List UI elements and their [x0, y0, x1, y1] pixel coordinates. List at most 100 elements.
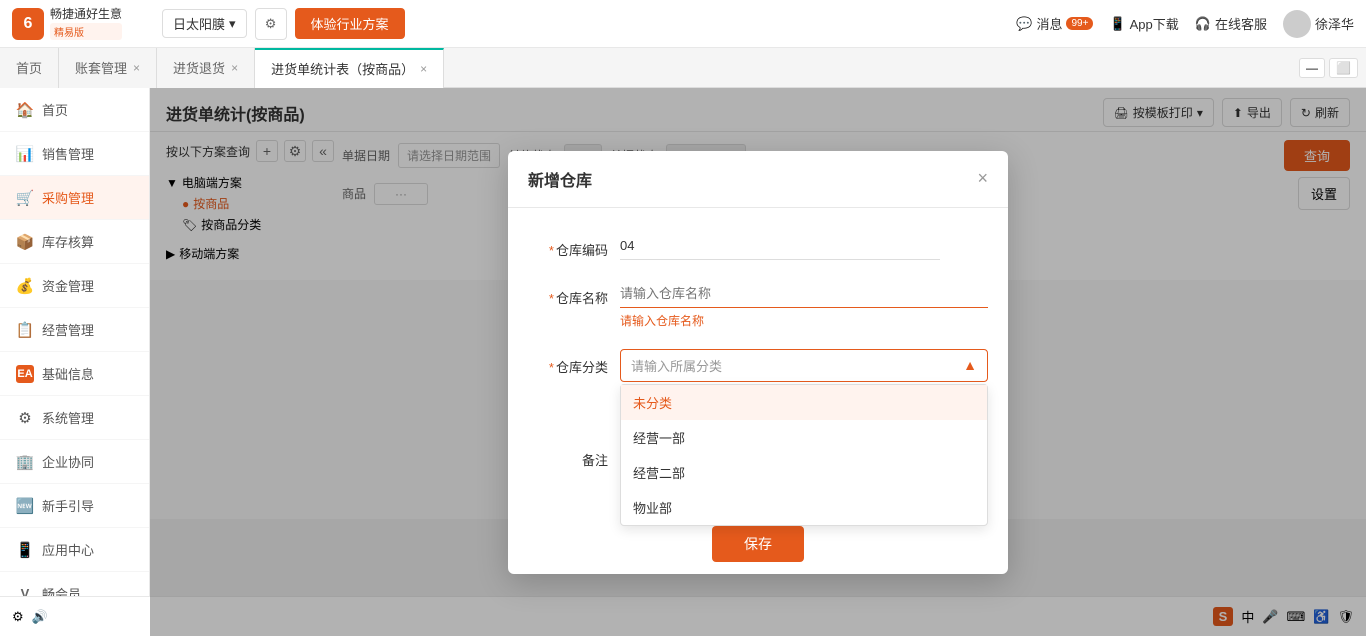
- tab-expand-button[interactable]: ⬜: [1329, 58, 1358, 78]
- name-input[interactable]: [620, 280, 988, 308]
- sidebar-item-finance[interactable]: 💰 资金管理: [0, 264, 149, 308]
- sidebar-label: 应用中心: [42, 540, 94, 559]
- tab-home[interactable]: 首页: [0, 48, 59, 88]
- sidebar: 🏠 首页 📊 销售管理 🛒 采购管理 📦 库存核算 💰 资金管理 📋 经营管理 …: [0, 88, 150, 636]
- sidebar-label: 新手引导: [42, 496, 94, 515]
- message-label: 消息: [1036, 14, 1062, 33]
- tab-close-icon[interactable]: ×: [420, 62, 427, 76]
- app-logo: 6: [12, 8, 44, 40]
- system-icon: ⚙: [16, 409, 34, 427]
- ops-icon: 📋: [16, 321, 34, 339]
- dropdown-arrow-icon: ▲: [963, 357, 977, 373]
- tab-label: 账套管理: [75, 58, 127, 77]
- store-name: 日太阳膜: [173, 14, 225, 33]
- top-header: 6 畅捷通好生意 精易版 日太阳膜 ▾ ⚙ 体验行业方案 💬 消息 99+ 📱 …: [0, 0, 1366, 48]
- save-button[interactable]: 保存: [712, 526, 804, 562]
- note-label: 备注: [528, 442, 608, 469]
- category-input-wrapper: 请输入所属分类 ▲ 未分类 经营一部 经营二部 物业部: [620, 349, 988, 382]
- apps-icon: 📱: [16, 541, 34, 559]
- form-row-code: *仓库编码: [528, 232, 988, 260]
- main-layout: 🏠 首页 📊 销售管理 🛒 采购管理 📦 库存核算 💰 资金管理 📋 经营管理 …: [0, 88, 1366, 636]
- message-icon: 💬: [1016, 16, 1032, 32]
- avatar: [1283, 10, 1311, 38]
- category-placeholder: 请输入所属分类: [631, 356, 722, 375]
- sidebar-label: 经营管理: [42, 320, 94, 339]
- header-right: 💬 消息 99+ 📱 App下载 🎧 在线客服 徐泽华: [1016, 10, 1354, 38]
- dropdown-arrow-icon: ▾: [229, 16, 236, 32]
- dropdown-item-dept1[interactable]: 经营一部: [621, 420, 987, 455]
- sidebar-label: 资金管理: [42, 276, 94, 295]
- dropdown-item-dept3[interactable]: 物业部: [621, 490, 987, 525]
- phone-icon: 📱: [1109, 16, 1125, 32]
- dropdown-item-dept2[interactable]: 经营二部: [621, 455, 987, 490]
- sidebar-item-stock[interactable]: 📦 库存核算: [0, 220, 149, 264]
- username: 徐泽华: [1315, 14, 1354, 33]
- sidebar-item-ops[interactable]: 📋 经营管理: [0, 308, 149, 352]
- finance-icon: 💰: [16, 277, 34, 295]
- gear-button[interactable]: ⚙: [255, 8, 287, 40]
- stock-icon: 📦: [16, 233, 34, 251]
- sidebar-label: 基础信息: [42, 364, 94, 383]
- header-center: 日太阳膜 ▾ ⚙ 体验行业方案: [162, 8, 1016, 40]
- category-dropdown-list: 未分类 经营一部 经营二部 物业部: [620, 384, 988, 526]
- tab-purchase-stat[interactable]: 进货单统计表（按商品） ×: [255, 48, 444, 88]
- category-label: *仓库分类: [528, 349, 608, 376]
- purchase-icon: 🛒: [16, 189, 34, 207]
- service-label: 在线客服: [1215, 14, 1267, 33]
- basic-icon: EA: [16, 365, 34, 383]
- dropdown-item-unclassified[interactable]: 未分类: [621, 385, 987, 420]
- user-menu[interactable]: 徐泽华: [1283, 10, 1354, 38]
- category-dropdown[interactable]: 请输入所属分类 ▲: [620, 349, 988, 382]
- corp-icon: 🏢: [16, 453, 34, 471]
- sidebar-label: 系统管理: [42, 408, 94, 427]
- name-error-message: 请输入仓库名称: [620, 314, 704, 328]
- sidebar-item-purchase[interactable]: 🛒 采购管理: [0, 176, 149, 220]
- guide-icon: 🆕: [16, 497, 34, 515]
- form-row-name: *仓库名称 请输入仓库名称: [528, 280, 988, 329]
- edition-badge: 精易版: [50, 23, 122, 40]
- modal-header: 新增仓库 ×: [508, 151, 1008, 208]
- modal-close-button[interactable]: ×: [977, 168, 988, 189]
- tab-label: 进货单统计表（按商品）: [271, 59, 414, 78]
- bottom-icons: ⚙ 🔊: [12, 609, 48, 625]
- settings-bottom-icon[interactable]: ⚙: [12, 609, 24, 625]
- modal-title: 新增仓库: [528, 167, 592, 191]
- headset-icon: 🎧: [1195, 16, 1211, 32]
- online-service-button[interactable]: 🎧 在线客服: [1195, 14, 1267, 33]
- sidebar-item-apps[interactable]: 📱 应用中心: [0, 528, 149, 572]
- sidebar-item-basic[interactable]: EA 基础信息: [0, 352, 149, 396]
- store-selector[interactable]: 日太阳膜 ▾: [162, 9, 247, 38]
- company-name: 畅捷通好生意: [50, 7, 122, 23]
- tab-bar: 首页 账套管理 × 进货退货 × 进货单统计表（按商品） × — ⬜: [0, 48, 1366, 88]
- sidebar-label: 首页: [42, 100, 68, 119]
- sales-icon: 📊: [16, 145, 34, 163]
- tab-minimize-button[interactable]: —: [1299, 58, 1325, 78]
- sidebar-label: 采购管理: [42, 188, 94, 207]
- tab-actions: — ⬜: [1299, 58, 1366, 78]
- new-warehouse-modal: 新增仓库 × *仓库编码 *仓库名称: [508, 151, 1008, 574]
- tab-label: 首页: [16, 58, 42, 77]
- tab-close-icon[interactable]: ×: [231, 61, 238, 75]
- logo-area: 6 畅捷通好生意 精易版: [12, 7, 162, 40]
- sidebar-item-corp[interactable]: 🏢 企业协同: [0, 440, 149, 484]
- sidebar-item-home[interactable]: 🏠 首页: [0, 88, 149, 132]
- sidebar-item-system[interactable]: ⚙ 系统管理: [0, 396, 149, 440]
- sidebar-label: 销售管理: [42, 144, 94, 163]
- code-label: *仓库编码: [528, 232, 608, 259]
- tab-purchase-return[interactable]: 进货退货 ×: [157, 48, 255, 88]
- sidebar-label: 库存核算: [42, 232, 94, 251]
- home-icon: 🏠: [16, 101, 34, 119]
- sidebar-item-guide[interactable]: 🆕 新手引导: [0, 484, 149, 528]
- speaker-icon[interactable]: 🔊: [32, 609, 48, 625]
- message-badge: 99+: [1066, 17, 1093, 30]
- tab-label: 进货退货: [173, 58, 225, 77]
- sidebar-item-sales[interactable]: 📊 销售管理: [0, 132, 149, 176]
- code-input[interactable]: [620, 232, 940, 260]
- name-label: *仓库名称: [528, 280, 608, 307]
- trial-button[interactable]: 体验行业方案: [295, 8, 405, 39]
- message-button[interactable]: 💬 消息 99+: [1016, 14, 1093, 33]
- app-download-button[interactable]: 📱 App下载: [1109, 14, 1178, 33]
- tab-accounts[interactable]: 账套管理 ×: [59, 48, 157, 88]
- form-row-category: *仓库分类 请输入所属分类 ▲ 未分类 经营一部 经营二部: [528, 349, 988, 382]
- tab-close-icon[interactable]: ×: [133, 61, 140, 75]
